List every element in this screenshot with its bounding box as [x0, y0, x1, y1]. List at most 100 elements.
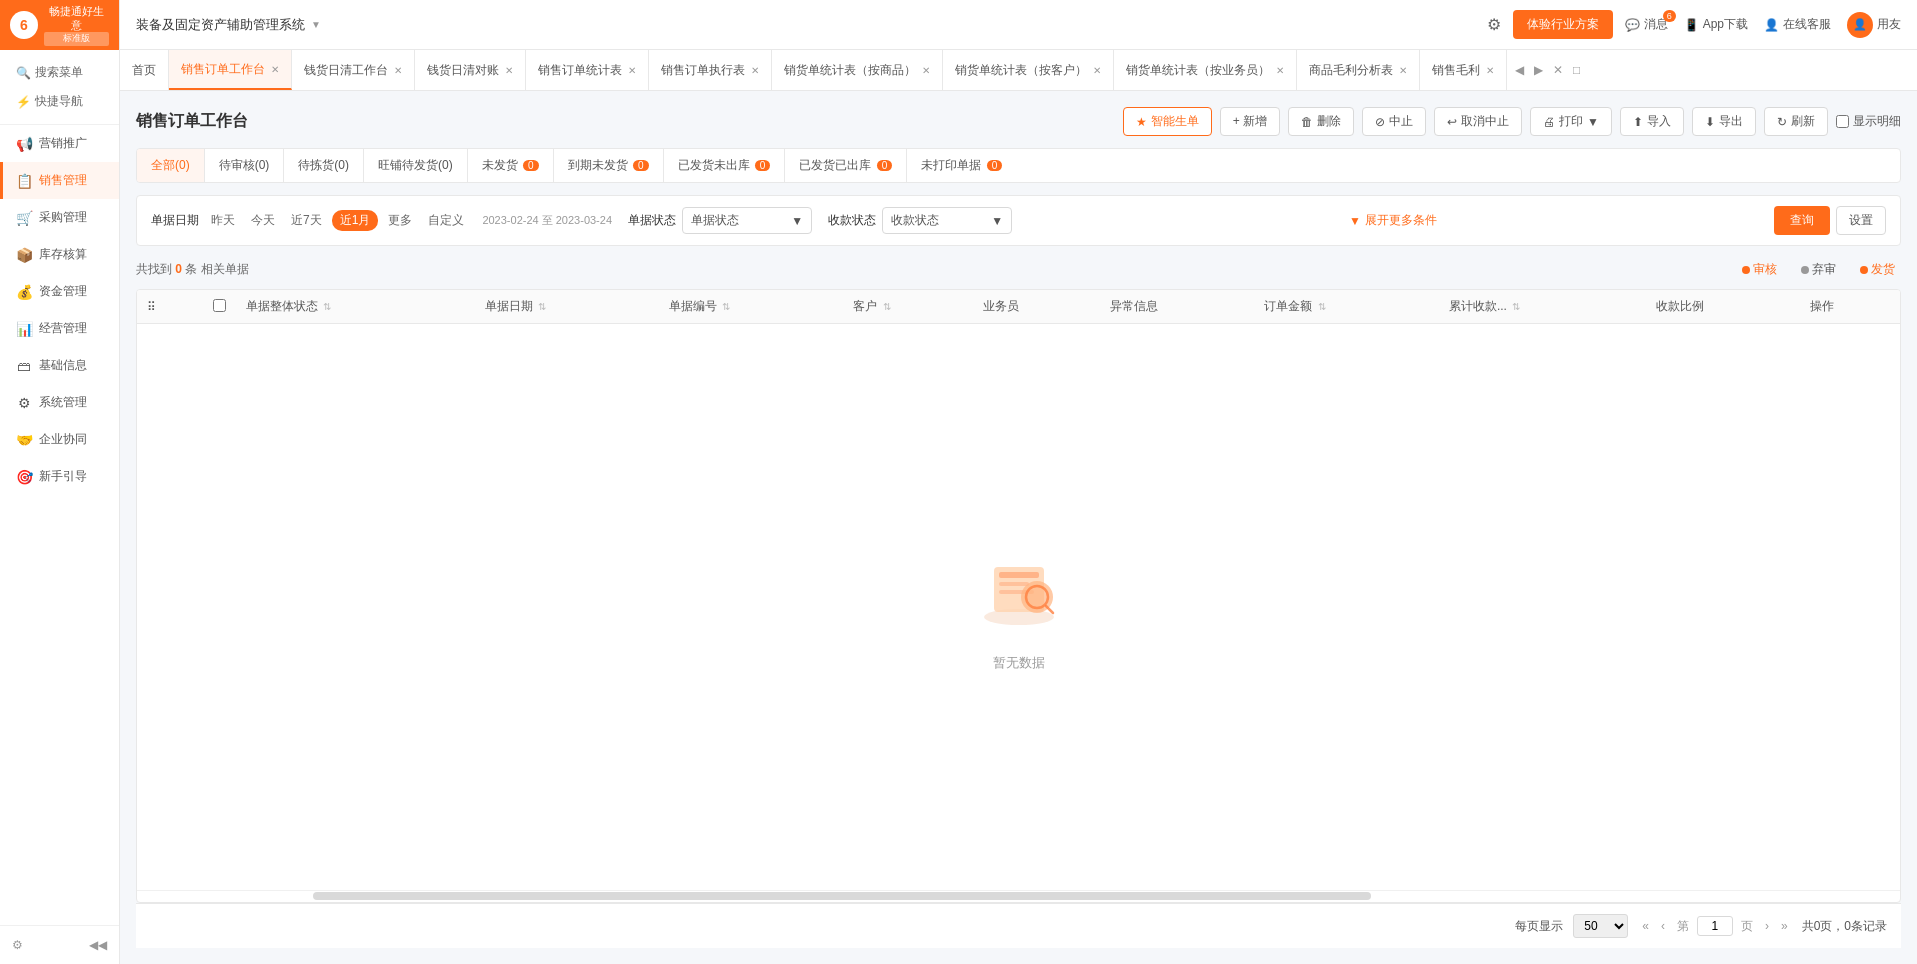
- tab-sales-stat[interactable]: 销售订单统计表 ✕: [526, 50, 649, 90]
- sidebar-item-system[interactable]: ⚙ 系统管理: [0, 384, 119, 421]
- date-custom[interactable]: 自定义: [422, 210, 470, 231]
- tab-home[interactable]: 首页: [120, 50, 169, 90]
- sidebar-item-purchase[interactable]: 🛒 采购管理: [0, 199, 119, 236]
- tab-sales-order[interactable]: 销售订单工作台 ✕: [169, 50, 292, 90]
- sidebar-item-finance[interactable]: 💰 资金管理: [0, 273, 119, 310]
- pagination-last-btn[interactable]: »: [1777, 917, 1792, 935]
- pagination-first-btn[interactable]: «: [1638, 917, 1653, 935]
- tab-reconcile[interactable]: 钱货日清对账 ✕: [415, 50, 526, 90]
- status-select[interactable]: 单据状态 ▼: [682, 207, 812, 234]
- customer-col-header[interactable]: 客户 ⇅: [843, 290, 973, 324]
- app-download-btn[interactable]: 📱 App下载: [1684, 16, 1748, 33]
- error-col-header[interactable]: 异常信息: [1100, 290, 1254, 324]
- status-col-header[interactable]: 单据整体状态 ⇅: [236, 290, 475, 324]
- sidebar-item-guide[interactable]: 🎯 新手引导: [0, 458, 119, 495]
- filter-tab-pending-pick[interactable]: 待拣货(0): [284, 149, 364, 182]
- sidebar-item-inventory[interactable]: 📦 库存核算: [0, 236, 119, 273]
- tab-salesman-stat[interactable]: 销货单统计表（按业务员） ✕: [1114, 50, 1297, 90]
- per-page-select[interactable]: 10 20 50 100: [1573, 914, 1628, 938]
- sidebar-item-enterprise[interactable]: 🤝 企业协同: [0, 421, 119, 458]
- ratio-col-header[interactable]: 收款比例: [1646, 290, 1800, 324]
- filter-tab-shipped-out[interactable]: 已发货已出库 0: [785, 149, 907, 182]
- filter-tab-pending-audit[interactable]: 待审核(0): [205, 149, 285, 182]
- expand-filter-btn[interactable]: ▼ 展开更多条件: [1349, 212, 1437, 229]
- ship-btn[interactable]: 发货: [1854, 258, 1901, 281]
- refresh-button[interactable]: ↻ 刷新: [1764, 107, 1828, 136]
- smart-generate-button[interactable]: ★ 智能生单: [1123, 107, 1212, 136]
- delete-button[interactable]: 🗑 删除: [1288, 107, 1354, 136]
- tab-reconcile-close[interactable]: ✕: [505, 65, 513, 76]
- tab-sales-exec[interactable]: 销售订单执行表 ✕: [649, 50, 772, 90]
- stop-button[interactable]: ⊘ 中止: [1362, 107, 1426, 136]
- message-btn[interactable]: 💬 消息 6: [1625, 16, 1668, 33]
- sidebar-item-operation[interactable]: 📊 经营管理: [0, 310, 119, 347]
- solution-button[interactable]: 体验行业方案: [1513, 10, 1613, 39]
- page-number-input[interactable]: [1697, 916, 1733, 936]
- sidebar-item-label: 新手引导: [39, 468, 87, 485]
- export-button[interactable]: ⬇ 导出: [1692, 107, 1756, 136]
- amount-col-header[interactable]: 订单金额 ⇅: [1254, 290, 1438, 324]
- tab-sales-profit-close[interactable]: ✕: [1486, 65, 1494, 76]
- print-button[interactable]: 🖨 打印 ▼: [1530, 107, 1612, 136]
- date-more[interactable]: 更多: [382, 210, 418, 231]
- date-7days[interactable]: 近7天: [285, 210, 328, 231]
- add-button[interactable]: + 新增: [1220, 107, 1280, 136]
- sidebar-item-marketing[interactable]: 📢 营销推广: [0, 125, 119, 162]
- quick-nav-item[interactable]: ⚡ 快捷导航: [8, 87, 111, 116]
- filter-tab-all[interactable]: 全部(0): [137, 149, 205, 182]
- tab-goods-stat-close[interactable]: ✕: [922, 65, 930, 76]
- filter-tab-overdue-not-shipped[interactable]: 到期未发货 0: [554, 149, 664, 182]
- scrollbar-area[interactable]: [137, 890, 1900, 902]
- settings-button[interactable]: 设置: [1836, 206, 1886, 235]
- check-col-header[interactable]: [203, 290, 236, 324]
- tab-salesman-stat-close[interactable]: ✕: [1276, 65, 1284, 76]
- tab-sales-order-close[interactable]: ✕: [271, 64, 279, 75]
- filter-tab-shop-pending[interactable]: 旺铺待发货(0): [364, 149, 468, 182]
- filter-tab-not-printed[interactable]: 未打印单据 0: [907, 149, 1016, 182]
- settings-bottom-btn[interactable]: ⚙: [8, 934, 27, 956]
- date-1month[interactable]: 近1月: [332, 210, 379, 231]
- collected-col-header[interactable]: 累计收款... ⇅: [1439, 290, 1646, 324]
- tabs-close-btn[interactable]: ✕: [1549, 61, 1567, 79]
- tabs-prev-btn[interactable]: ◀: [1511, 61, 1528, 79]
- salesman-col-header[interactable]: 业务员: [973, 290, 1100, 324]
- tabs-next-btn[interactable]: ▶: [1530, 61, 1547, 79]
- tab-customer-stat[interactable]: 销货单统计表（按客户） ✕: [943, 50, 1114, 90]
- date-yesterday[interactable]: 昨天: [205, 210, 241, 231]
- import-button[interactable]: ⬆ 导入: [1620, 107, 1684, 136]
- tab-sales-profit[interactable]: 销售毛利 ✕: [1420, 50, 1507, 90]
- date-today[interactable]: 今天: [245, 210, 281, 231]
- user-area[interactable]: 👤 用友: [1847, 12, 1901, 38]
- collapse-btn[interactable]: ◀◀: [85, 934, 111, 956]
- topbar-settings-btn[interactable]: ⚙: [1487, 15, 1501, 34]
- tab-profit-close[interactable]: ✕: [1399, 65, 1407, 76]
- search-menu-item[interactable]: 🔍 搜索菜单: [8, 58, 111, 87]
- filter-tab-shipped-not-out[interactable]: 已发货未出库 0: [664, 149, 786, 182]
- pagination-next-btn[interactable]: ›: [1761, 917, 1773, 935]
- cancel-stop-button[interactable]: ↩ 取消中止: [1434, 107, 1522, 136]
- audit-btn[interactable]: 审核: [1736, 258, 1783, 281]
- sidebar-item-sales[interactable]: 📋 销售管理: [0, 162, 119, 199]
- payment-select[interactable]: 收款状态 ▼: [882, 207, 1012, 234]
- scrollbar-thumb[interactable]: [313, 892, 1371, 900]
- show-detail-label[interactable]: 显示明细: [1836, 113, 1901, 130]
- date-col-header[interactable]: 单据日期 ⇅: [475, 290, 659, 324]
- select-all-checkbox[interactable]: [213, 299, 226, 312]
- cancel-audit-btn[interactable]: 弃审: [1795, 258, 1842, 281]
- pagination-prev-btn[interactable]: ‹: [1657, 917, 1669, 935]
- tab-daily-clear[interactable]: 钱货日清工作台 ✕: [292, 50, 415, 90]
- tab-goods-stat[interactable]: 销货单统计表（按商品） ✕: [772, 50, 943, 90]
- query-button[interactable]: 查询: [1774, 206, 1830, 235]
- tab-daily-clear-close[interactable]: ✕: [394, 65, 402, 76]
- tab-sales-exec-close[interactable]: ✕: [751, 65, 759, 76]
- tab-profit[interactable]: 商品毛利分析表 ✕: [1297, 50, 1420, 90]
- number-col-header[interactable]: 单据编号 ⇅: [659, 290, 843, 324]
- tab-sales-stat-close[interactable]: ✕: [628, 65, 636, 76]
- sidebar-item-base[interactable]: 🗃 基础信息: [0, 347, 119, 384]
- service-btn[interactable]: 👤 在线客服: [1764, 16, 1831, 33]
- tab-customer-stat-close[interactable]: ✕: [1093, 65, 1101, 76]
- sidebar-item-label: 营销推广: [39, 135, 87, 152]
- tabs-expand-btn[interactable]: □: [1569, 61, 1584, 79]
- filter-tab-not-shipped[interactable]: 未发货 0: [468, 149, 554, 182]
- show-detail-checkbox[interactable]: [1836, 115, 1849, 128]
